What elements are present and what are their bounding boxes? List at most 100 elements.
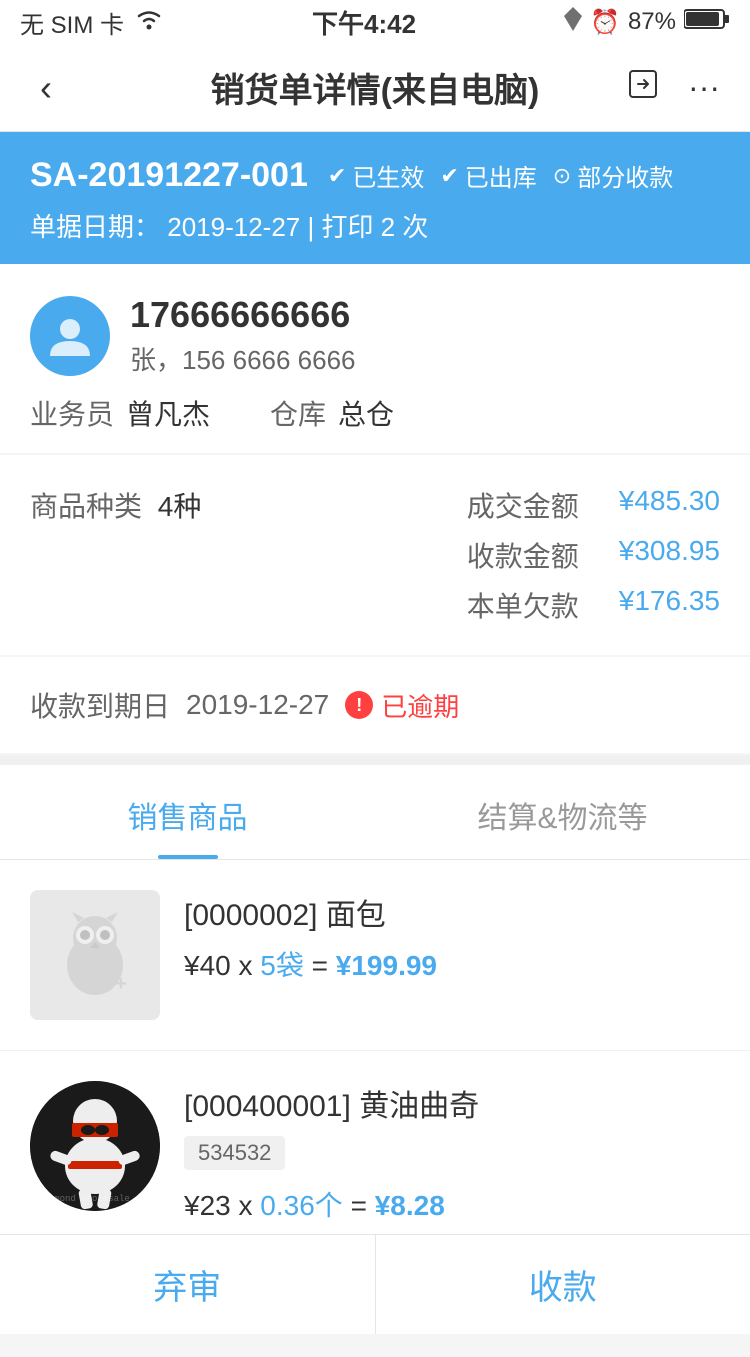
customer-info: 17666666666 张，156 6666 6666 <box>130 294 356 377</box>
status-time: 下午4:42 <box>312 4 416 41</box>
date-value: 2019-12-27 <box>167 212 300 242</box>
due-label: 收款到期日 <box>30 685 170 725</box>
badge-activated: ✔ 已生效 <box>328 158 424 193</box>
received-label: 收款金额 <box>467 535 579 575</box>
tab-settlement-label: 结算&物流等 <box>477 802 647 835</box>
share-button[interactable] <box>628 69 658 107</box>
nav-bar: ‹ 销货单详情(来自电脑) ··· <box>0 44 750 132</box>
product-info-2: [000400001] 黄油曲奇 534532 ¥23 x 0.36个 = ¥8… <box>184 1081 720 1224</box>
customer-avatar <box>30 296 110 376</box>
type-label: 商品种类 <box>30 491 142 522</box>
tabs-section: 销售商品 结算&物流等 + <box>0 755 750 1255</box>
debt-row: 本单欠款 ¥176.35 <box>467 585 720 625</box>
signal-label: 无 SIM 卡 <box>20 5 124 40</box>
bottom-bar: 弃审 收款 <box>0 1234 750 1334</box>
cancel-button[interactable]: 弃审 <box>0 1235 376 1334</box>
total-value-1: ¥199.99 <box>336 950 437 981</box>
tab-settlement[interactable]: 结算&物流等 <box>375 765 750 859</box>
product-item-1: + [0000002] 面包 ¥40 x 5袋 = ¥199.99 <box>0 860 750 1051</box>
badge-shipped-label: 已出库 <box>465 158 537 193</box>
warehouse-item: 仓库 总仓 <box>270 393 394 433</box>
product-title-2: 黄油曲奇 <box>359 1090 479 1123</box>
tabs-divider <box>0 755 750 765</box>
qty-value-2: 0.36个 <box>260 1190 343 1221</box>
badge-activated-label: 已生效 <box>352 158 424 193</box>
order-id: SA-20191227-001 <box>30 156 308 195</box>
transaction-label: 成交金额 <box>467 485 579 525</box>
check-icon-2: ✔ <box>440 163 458 189</box>
tab-sales-products[interactable]: 销售商品 <box>0 765 375 859</box>
status-left: 无 SIM 卡 <box>20 5 164 40</box>
customer-sub: 张，156 6666 6666 <box>130 340 356 377</box>
customer-name: 17666666666 <box>130 294 356 336</box>
product-type-count: 商品种类 4种 <box>30 485 201 525</box>
product-title-1: 面包 <box>326 899 386 932</box>
transaction-row: 成交金额 ¥485.30 <box>467 485 720 525</box>
product-tag-2: 534532 <box>184 1136 285 1170</box>
badge-shipped: ✔ 已出库 <box>440 158 536 193</box>
back-button[interactable]: ‹ <box>30 57 62 119</box>
status-bar: 无 SIM 卡 下午4:42 ⏰ 87% <box>0 0 750 44</box>
more-button[interactable]: ··· <box>688 69 720 106</box>
product-code-1: [0000002] <box>184 899 317 932</box>
badge-partial-label: 部分收款 <box>577 158 673 193</box>
price-value-2: ¥23 <box>184 1190 231 1221</box>
nav-title: 销货单详情(来自电脑) <box>211 63 540 112</box>
svg-text:+: + <box>115 973 127 995</box>
date-label: 单据日期： <box>30 212 160 242</box>
received-value: ¥308.95 <box>619 535 720 575</box>
product-price-1: ¥40 x 5袋 = ¥199.99 <box>184 944 720 984</box>
confirm-button[interactable]: 收款 <box>376 1235 750 1334</box>
price-value-1: ¥40 <box>184 950 231 981</box>
total-value-2: ¥8.28 <box>375 1190 445 1221</box>
tabs-row: 销售商品 结算&物流等 <box>0 765 750 860</box>
warehouse-value: 总仓 <box>338 393 394 433</box>
sales-person: 业务员 曾凡杰 <box>30 393 210 433</box>
overdue-icon: ! <box>345 691 373 719</box>
received-row: 收款金额 ¥308.95 <box>467 535 720 575</box>
svg-text:diamond wholesale: diamond wholesale <box>38 1194 130 1204</box>
product-code-2: [000400001] <box>184 1090 351 1123</box>
tab-sales-label: 销售商品 <box>128 802 248 835</box>
battery-icon <box>684 8 730 37</box>
order-date: 单据日期： 2019-12-27 | 打印 2 次 <box>30 207 720 244</box>
warehouse-label: 仓库 <box>270 393 326 433</box>
product-item-2: diamond wholesale [000400001] 黄油曲奇 53453… <box>0 1051 750 1255</box>
overdue-label: 已逾期 <box>381 687 459 724</box>
confirm-label: 收款 <box>529 1260 597 1309</box>
price-eq-2: = <box>351 1190 375 1221</box>
location-icon <box>564 7 582 38</box>
product-info-1: [0000002] 面包 ¥40 x 5袋 = ¥199.99 <box>184 890 720 984</box>
due-date-section: 收款到期日 2019-12-27 ! 已逾期 <box>0 657 750 753</box>
badge-partial: ⊙ 部分收款 <box>553 158 673 193</box>
product-thumb-2: diamond wholesale <box>30 1081 160 1211</box>
clock-icon: ⊙ <box>553 163 571 189</box>
stats-section: 商品种类 4种 成交金额 ¥485.30 收款金额 ¥308.95 本单欠款 ¥… <box>0 455 750 655</box>
customer-section: 17666666666 张，156 6666 6666 业务员 曾凡杰 仓库 总… <box>0 264 750 453</box>
type-count: 4种 <box>158 491 202 522</box>
debt-label: 本单欠款 <box>467 585 579 625</box>
sales-value: 曾凡杰 <box>126 393 210 433</box>
check-icon-1: ✔ <box>328 163 346 189</box>
status-right: ⏰ 87% <box>564 7 730 38</box>
nav-actions: ··· <box>628 69 720 107</box>
transaction-value: ¥485.30 <box>619 485 720 525</box>
cancel-label: 弃审 <box>153 1260 221 1309</box>
price-x-2: x <box>239 1190 261 1221</box>
order-header: SA-20191227-001 ✔ 已生效 ✔ 已出库 ⊙ 部分收款 单据日期：… <box>0 132 750 264</box>
print-label: | 打印 2 次 <box>307 212 428 242</box>
customer-meta: 业务员 曾凡杰 仓库 总仓 <box>30 393 720 433</box>
battery-label: 87% <box>628 8 676 36</box>
qty-value-1: 5袋 <box>260 950 304 981</box>
wifi-icon <box>134 8 164 37</box>
product-price-2: ¥23 x 0.36个 = ¥8.28 <box>184 1184 720 1224</box>
overdue-badge: ! 已逾期 <box>345 687 459 724</box>
alarm-icon: ⏰ <box>590 8 620 37</box>
amount-stats: 成交金额 ¥485.30 收款金额 ¥308.95 本单欠款 ¥176.35 <box>467 485 720 625</box>
product-thumb-1: + <box>30 890 160 1020</box>
product-name-2: [000400001] 黄油曲奇 <box>184 1081 720 1125</box>
price-eq-1: = <box>312 950 336 981</box>
due-date-value: 2019-12-27 <box>186 689 329 721</box>
price-x-1: x <box>239 950 261 981</box>
debt-value: ¥176.35 <box>619 585 720 625</box>
